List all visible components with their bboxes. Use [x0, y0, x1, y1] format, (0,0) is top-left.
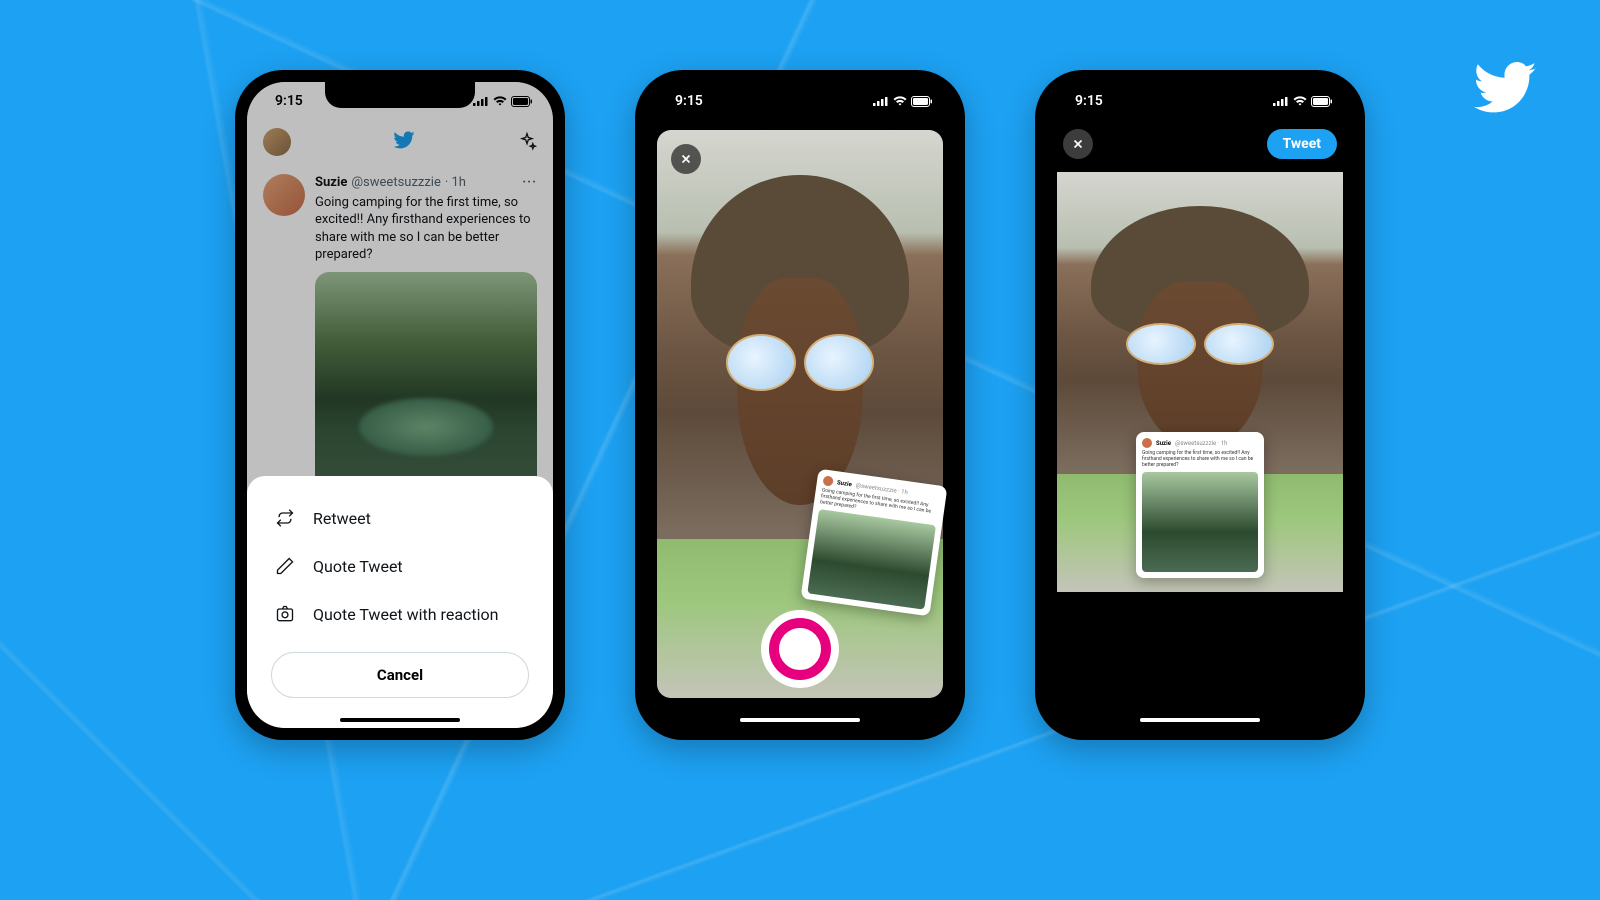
- close-button[interactable]: [1063, 129, 1093, 159]
- home-indicator[interactable]: [1140, 718, 1260, 722]
- quoted-tweet-overlay[interactable]: Suzie @sweetsuzzzie · 1h Going camping f…: [801, 469, 948, 617]
- pencil-icon: [275, 556, 295, 576]
- quote-reaction-label: Quote Tweet with reaction: [313, 605, 498, 624]
- status-bar: 9:15: [247, 82, 553, 120]
- quote-tweet-option[interactable]: Quote Tweet: [247, 542, 553, 590]
- quoted-tweet-overlay[interactable]: Suzie @sweetsuzzzie · 1h Going camping f…: [1136, 432, 1264, 578]
- retweet-icon: [275, 508, 295, 528]
- mini-avatar: [1142, 438, 1152, 448]
- retweet-action-sheet: Retweet Quote Tweet Quote Tweet with rea…: [247, 476, 553, 728]
- home-indicator[interactable]: [340, 718, 460, 722]
- record-button[interactable]: [761, 610, 839, 688]
- camera-icon: [275, 604, 295, 624]
- status-time: 9:15: [1075, 93, 1103, 109]
- status-icons: [473, 96, 533, 107]
- mini-handle: @sweetsuzzzie · 1h: [1175, 440, 1228, 447]
- phone-retweet-sheet: 9:15 Suzie: [235, 70, 565, 740]
- phone-compose-reaction: 9:15 Tweet: [1035, 70, 1365, 740]
- phones-row: 9:15 Suzie: [0, 70, 1600, 740]
- home-indicator[interactable]: [740, 718, 860, 722]
- status-bar: 9:15: [647, 82, 953, 120]
- mini-image: [807, 509, 936, 610]
- mini-name: Suzie: [837, 479, 853, 488]
- cancel-button[interactable]: Cancel: [271, 652, 529, 698]
- tweet-button[interactable]: Tweet: [1267, 129, 1337, 159]
- quote-reaction-option[interactable]: Quote Tweet with reaction: [247, 590, 553, 638]
- status-bar: 9:15: [1047, 82, 1353, 120]
- status-icons: [1273, 96, 1333, 107]
- status-time: 9:15: [675, 93, 703, 109]
- status-icons: [873, 96, 933, 107]
- quote-tweet-label: Quote Tweet: [313, 557, 403, 576]
- close-button[interactable]: [671, 144, 701, 174]
- retweet-option[interactable]: Retweet: [247, 494, 553, 542]
- mini-text: Going camping for the first time, so exc…: [1142, 450, 1258, 468]
- status-time: 9:15: [275, 93, 303, 109]
- retweet-label: Retweet: [313, 509, 371, 528]
- mini-image: [1142, 472, 1258, 572]
- phone-camera-recording: 9:15 Suzie @sweetsuzzzie · 1h: [635, 70, 965, 740]
- mini-avatar: [822, 475, 833, 486]
- mini-name: Suzie: [1156, 440, 1171, 447]
